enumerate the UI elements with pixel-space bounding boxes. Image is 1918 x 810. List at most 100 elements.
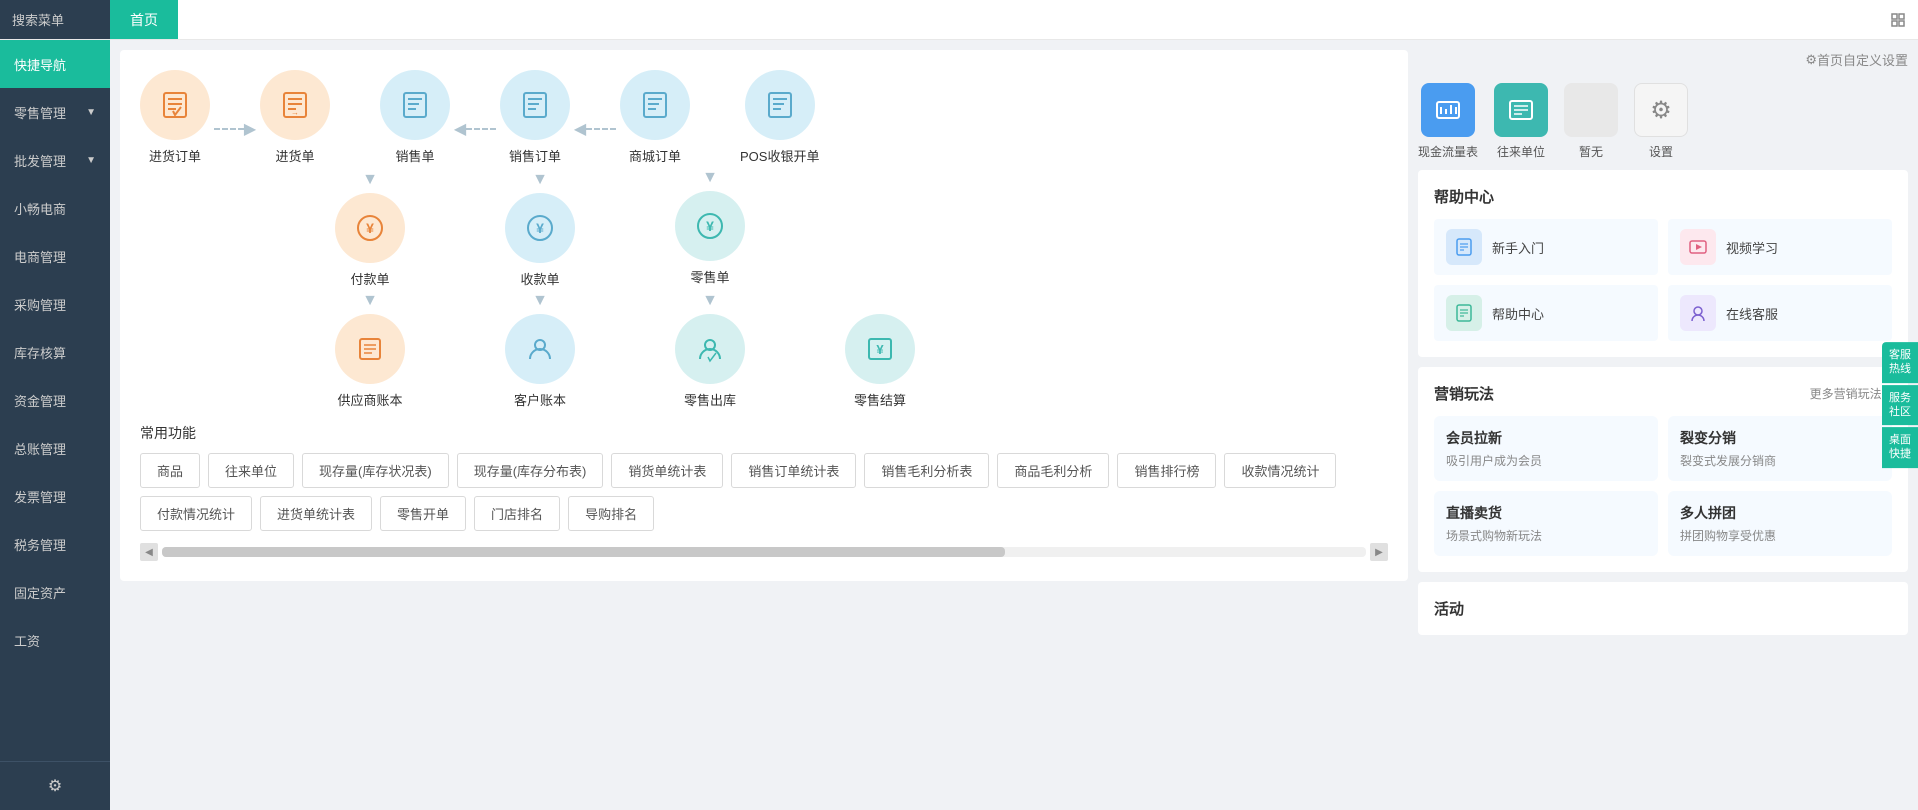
- down-arrow-3: ▼: [702, 169, 718, 187]
- marketing-item-fission[interactable]: 裂变分销 裂变式发展分销商: [1668, 416, 1892, 481]
- scroll-indicator: ◀ ▶: [140, 543, 1388, 561]
- func-btn-stock2[interactable]: 现存量(库存分布表): [457, 453, 604, 488]
- chevron-down-icon: ▼: [86, 155, 96, 166]
- marketing-card: 营销玩法 更多营销玩法 > 会员拉新 吸引用户成为会员 裂变分销 裂变式发展分销…: [1418, 367, 1908, 572]
- mall-order-icon[interactable]: [620, 70, 690, 140]
- func-btn-sales-rank[interactable]: 销售排行榜: [1117, 453, 1216, 488]
- expand-icon[interactable]: [1888, 10, 1908, 30]
- func-btn-sales-stat[interactable]: 销货单统计表: [611, 453, 723, 488]
- func-grid: 商品 往来单位 现存量(库存状况表) 现存量(库存分布表) 销货单统计表 销售订…: [140, 453, 1388, 531]
- sidebar-item-finance[interactable]: 资金管理: [0, 376, 110, 424]
- settings-icon[interactable]: ⚙: [0, 762, 110, 810]
- sidebar-item-quicknav[interactable]: 快捷导航: [0, 40, 110, 88]
- sidebar-item-xiaochangec[interactable]: 小畅电商: [0, 184, 110, 232]
- payment-label: 付款单: [350, 269, 389, 288]
- sidebar-item-ecommerce[interactable]: 电商管理: [0, 232, 110, 280]
- down-arrow-5: ▼: [532, 292, 548, 310]
- help-title: 帮助中心: [1434, 186, 1892, 207]
- customer-col: ▼ 客户账本: [480, 292, 600, 409]
- customer-icon[interactable]: [505, 314, 575, 384]
- helpcenter-label: 帮助中心: [1492, 304, 1544, 323]
- scroll-left-btn[interactable]: ◀: [140, 543, 158, 561]
- customize-label: 首页自定义设置: [1817, 50, 1908, 69]
- retail-settle-icon[interactable]: ¥: [845, 314, 915, 384]
- retail-icon[interactable]: ¥: [675, 191, 745, 261]
- marketing-item-group[interactable]: 多人拼团 拼团购物享受优惠: [1668, 491, 1892, 556]
- float-btn-hotline[interactable]: 客服热线: [1882, 342, 1918, 383]
- marketing-item-member[interactable]: 会员拉新 吸引用户成为会员: [1434, 416, 1658, 481]
- chevron-down-icon: ▼: [86, 107, 96, 118]
- help-item-beginner[interactable]: 新手入门: [1434, 219, 1658, 275]
- help-item-livechat[interactable]: 在线客服: [1668, 285, 1892, 341]
- func-btn-product-profit[interactable]: 商品毛利分析: [997, 453, 1109, 488]
- shortcut-partners[interactable]: 往来单位: [1494, 83, 1548, 160]
- sidebar-item-purchase[interactable]: 采购管理: [0, 280, 110, 328]
- cashflow-icon: [1421, 83, 1475, 137]
- payment-col: ▼ ¥ 付款单: [310, 169, 430, 288]
- sidebar-item-wholesale[interactable]: 批发管理 ▼: [0, 136, 110, 184]
- func-btn-stock1[interactable]: 现存量(库存状况表): [302, 453, 449, 488]
- func-btn-guide-rank[interactable]: 导购排名: [568, 496, 654, 531]
- purchase-order-icon[interactable]: [140, 70, 210, 140]
- float-btn-community[interactable]: 服务社区: [1882, 385, 1918, 426]
- func-btn-sales-profit[interactable]: 销售毛利分析表: [864, 453, 989, 488]
- sidebar-item-assets[interactable]: 固定资产: [0, 568, 110, 616]
- arrow-3: ◀: [570, 119, 620, 165]
- arrow-2: ◀: [450, 119, 500, 165]
- purchase-order-label: 进货订单: [149, 146, 201, 165]
- shortcut-none[interactable]: 暂无: [1564, 83, 1618, 160]
- shortcut-settings[interactable]: ⚙ 设置: [1634, 83, 1688, 160]
- func-btn-retail-order[interactable]: 零售开单: [380, 496, 466, 531]
- help-item-video[interactable]: 视频学习: [1668, 219, 1892, 275]
- svg-text:¥: ¥: [366, 220, 374, 236]
- scroll-right-btn[interactable]: ▶: [1370, 543, 1388, 561]
- marketing-grid: 会员拉新 吸引用户成为会员 裂变分销 裂变式发展分销商 直播卖货 场景式购物新玩…: [1434, 416, 1892, 556]
- retail-out-label: 零售出库: [684, 390, 736, 409]
- sidebar-item-salary[interactable]: 工资: [0, 616, 110, 664]
- sidebar-item-invoice[interactable]: 发票管理: [0, 472, 110, 520]
- retail-out-col: ▼ 零售出库: [650, 292, 770, 409]
- sidebar-item-tax[interactable]: 税务管理: [0, 520, 110, 568]
- livechat-icon: [1680, 295, 1716, 331]
- func-btn-product[interactable]: 商品: [140, 453, 200, 488]
- shortcut-row: 现金流量表 往来单位 暂无: [1418, 83, 1908, 160]
- sales-receipt-node: 销售单: [380, 70, 450, 165]
- float-btn-desktop[interactable]: 桌面快捷: [1882, 427, 1918, 468]
- func-btn-partners[interactable]: 往来单位: [208, 453, 294, 488]
- sales-order-icon[interactable]: [500, 70, 570, 140]
- func-btn-store-rank[interactable]: 门店排名: [474, 496, 560, 531]
- sales-order-node: 销售订单: [500, 70, 570, 165]
- sales-receipt-icon[interactable]: [380, 70, 450, 140]
- sidebar-item-retail[interactable]: 零售管理 ▼: [0, 88, 110, 136]
- marketing-title: 营销玩法: [1434, 383, 1494, 404]
- func-btn-sales-order-stat[interactable]: 销售订单统计表: [731, 453, 856, 488]
- retail-out-icon[interactable]: [675, 314, 745, 384]
- help-card: 帮助中心 新手入门: [1418, 170, 1908, 357]
- group-title: 多人拼团: [1680, 503, 1880, 523]
- payment-icon[interactable]: ¥: [335, 193, 405, 263]
- marketing-item-live[interactable]: 直播卖货 场景式购物新玩法: [1434, 491, 1658, 556]
- fission-title: 裂变分销: [1680, 428, 1880, 448]
- shortcut-cashflow[interactable]: 现金流量表: [1418, 83, 1478, 160]
- cashflow-label: 现金流量表: [1418, 143, 1478, 160]
- pos-icon[interactable]: [745, 70, 815, 140]
- sales-order-label: 销售订单: [509, 146, 561, 165]
- help-item-helpcenter[interactable]: 帮助中心: [1434, 285, 1658, 341]
- float-buttons: 客服热线 服务社区 桌面快捷: [1882, 342, 1918, 468]
- search-menu-btn[interactable]: 搜索菜单: [0, 0, 110, 39]
- func-btn-receipt-stat[interactable]: 收款情况统计: [1224, 453, 1336, 488]
- customize-header[interactable]: ⚙ 首页自定义设置: [1418, 50, 1908, 69]
- member-sub: 吸引用户成为会员: [1446, 452, 1646, 469]
- sidebar-item-ledger[interactable]: 总账管理: [0, 424, 110, 472]
- marketing-more-link[interactable]: 更多营销玩法 >: [1810, 385, 1892, 402]
- func-btn-payment-stat[interactable]: 付款情况统计: [140, 496, 252, 531]
- func-btn-purchase-stat[interactable]: 进货单统计表: [260, 496, 372, 531]
- receipt-icon[interactable]: ¥: [505, 193, 575, 263]
- retail-label: 零售单: [690, 267, 729, 286]
- supplier-icon[interactable]: [335, 314, 405, 384]
- sidebar-item-inventory[interactable]: 库存核算: [0, 328, 110, 376]
- quicknav-card: 进货订单 ▶: [120, 50, 1408, 581]
- home-tab[interactable]: 首页: [110, 0, 178, 39]
- retail-settle-col: ▼ ¥ 零售结算: [820, 292, 940, 409]
- purchase-receipt-icon[interactable]: →: [260, 70, 330, 140]
